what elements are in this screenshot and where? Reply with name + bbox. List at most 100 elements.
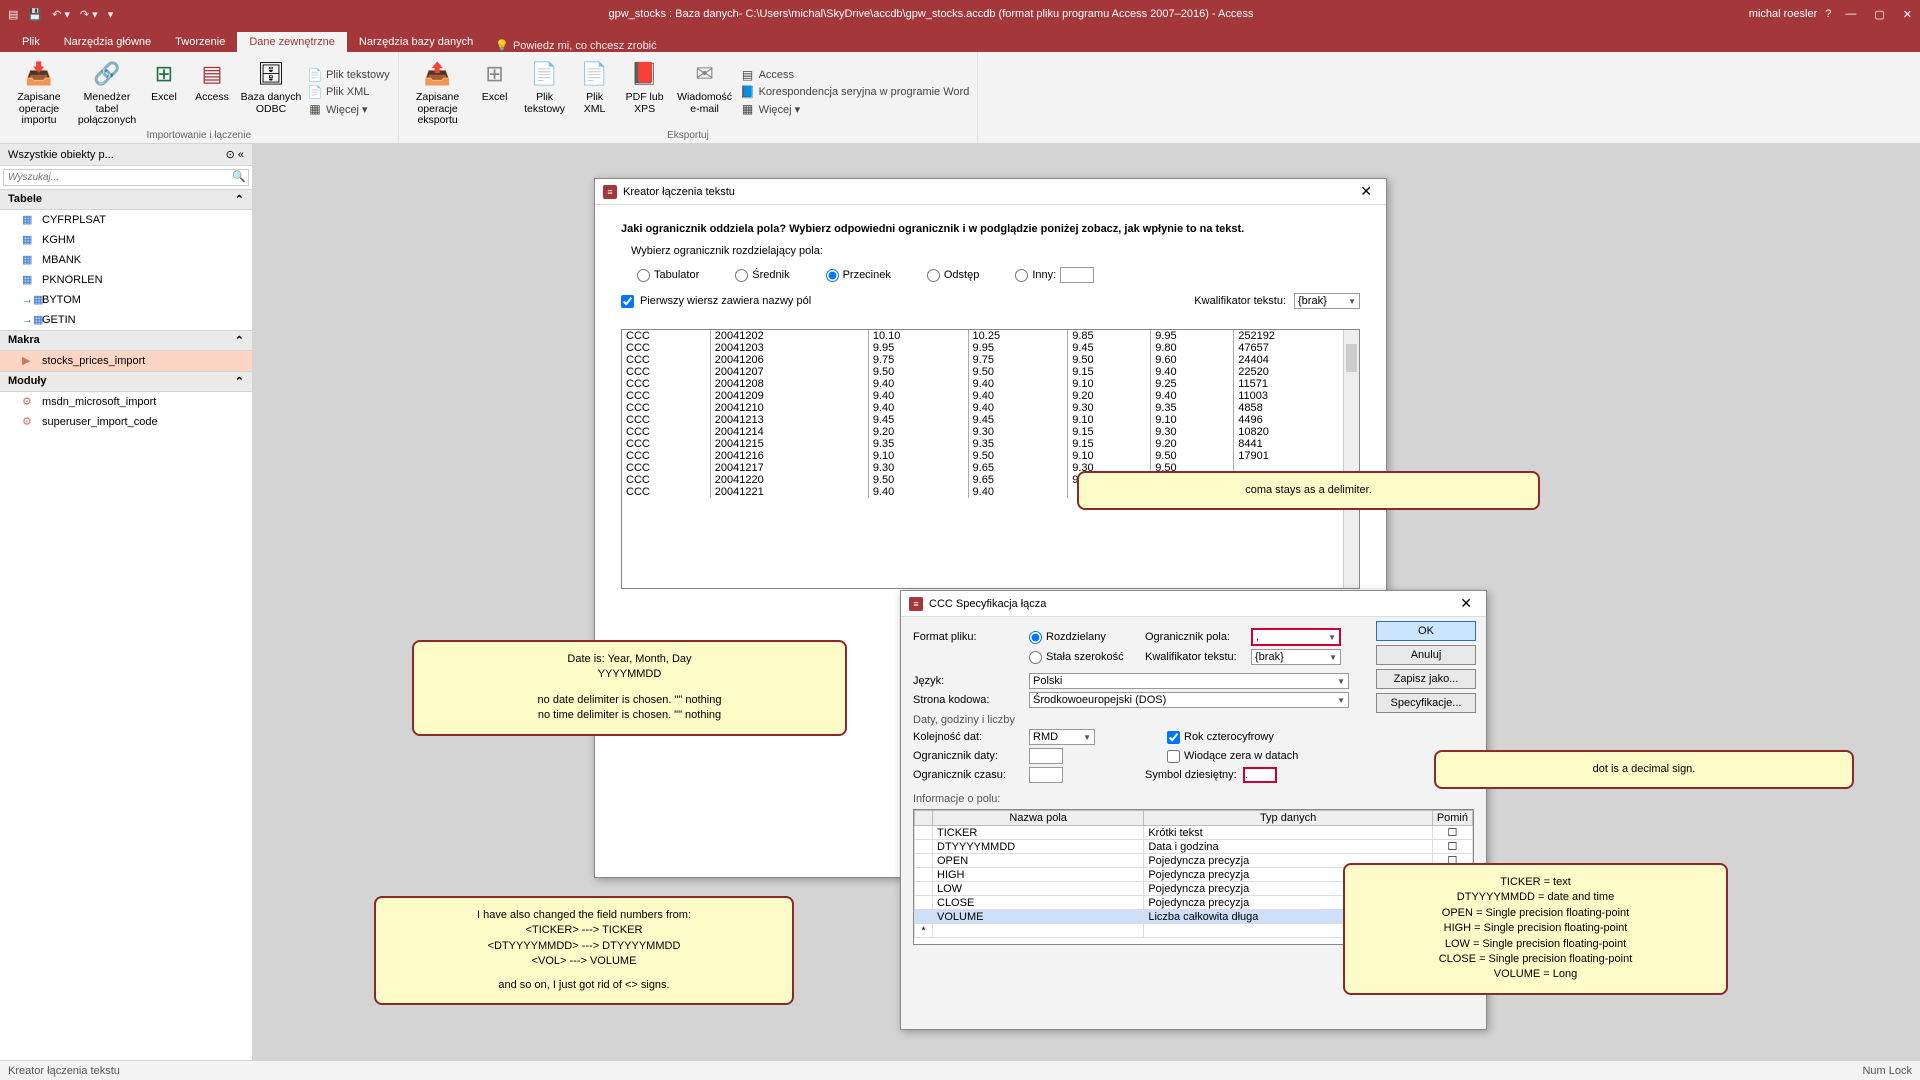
radio-comma[interactable]: Przecinek: [826, 269, 891, 282]
radio-fixed[interactable]: Stała szerokość: [1029, 651, 1139, 664]
saved-exports-button[interactable]: 📤Zapisane operacje eksportu: [407, 56, 469, 128]
radio-other[interactable]: Inny:: [1015, 267, 1094, 283]
export-xml-button[interactable]: 📄Plik XML: [575, 56, 615, 128]
table-item[interactable]: ▦CYFRPLSAT: [0, 210, 252, 230]
text-qualifier-select[interactable]: {brak}▼: [1294, 293, 1360, 309]
navpane-search[interactable]: 🔍: [3, 169, 249, 186]
undo-icon[interactable]: ↶ ▾: [52, 8, 70, 21]
saved-exports-icon: 📤: [422, 58, 454, 90]
maximize-icon[interactable]: ▢: [1874, 8, 1884, 21]
table-item[interactable]: ▦KGHM: [0, 230, 252, 250]
import-excel-button[interactable]: ⊞Excel: [144, 56, 184, 128]
save-icon[interactable]: 💾: [28, 8, 42, 21]
close-icon[interactable]: ✕: [1454, 595, 1478, 612]
linked-table-icon: →▦: [22, 293, 36, 307]
collapse-icon[interactable]: ⊙ «: [226, 148, 244, 161]
other-delim-input[interactable]: [1060, 267, 1094, 283]
user-name[interactable]: michal roesler: [1749, 8, 1817, 20]
close-icon[interactable]: ✕: [1354, 183, 1378, 200]
navigation-pane: Wszystkie obiekty p... ⊙ « 🔍 Tabele⌃ ▦CY…: [0, 144, 253, 1060]
import-text-button[interactable]: 📄Plik tekstowy: [308, 68, 390, 82]
export-access-button[interactable]: ▤Access: [741, 68, 970, 82]
saveas-button[interactable]: Zapisz jako...: [1376, 669, 1476, 689]
close-icon[interactable]: ✕: [1903, 8, 1912, 21]
table-item[interactable]: ▦PKNORLEN: [0, 270, 252, 290]
date-order-select[interactable]: RMD▼: [1029, 729, 1095, 745]
tab-create[interactable]: Tworzenie: [163, 32, 237, 52]
import-odbc-button[interactable]: 🗄Baza danych ODBC: [240, 56, 302, 128]
module-item[interactable]: ⚙msdn_microsoft_import: [0, 392, 252, 412]
macro-item[interactable]: ▶stocks_prices_import: [0, 351, 252, 371]
tab-file[interactable]: Plik: [10, 32, 52, 52]
date-delim-input[interactable]: [1029, 748, 1063, 764]
four-digit-year-checkbox[interactable]: Rok czterocyfrowy: [1167, 731, 1274, 744]
table-item[interactable]: →▦BYTOM: [0, 290, 252, 310]
export-email-button[interactable]: ✉Wiadomość e-mail: [675, 56, 735, 128]
search-icon[interactable]: 🔍: [230, 170, 248, 185]
export-more-button[interactable]: ▦Więcej ▾: [741, 102, 970, 116]
radio-semicolon[interactable]: Średnik: [735, 269, 789, 282]
redo-icon[interactable]: ↷ ▾: [80, 8, 98, 21]
import-more-button[interactable]: ▦Więcej ▾: [308, 102, 390, 116]
callout-comma: coma stays as a delimiter.: [1077, 471, 1540, 510]
import-access-button[interactable]: ▤Access: [190, 56, 234, 128]
macros-category[interactable]: Makra⌃: [0, 330, 252, 351]
scrollbar[interactable]: [1343, 330, 1359, 588]
choose-delimiter-label: Wybierz ogranicznik rozdzielający pola:: [631, 245, 1360, 257]
linked-table-icon: →▦: [22, 313, 36, 327]
linked-table-mgr-button[interactable]: 🔗Menedżer tabel połączonych: [76, 56, 138, 128]
radio-delimited[interactable]: Rozdzielany: [1029, 631, 1139, 644]
chevron-up-icon: ⌃: [235, 193, 244, 206]
codepage-select[interactable]: Środkowoeuropejski (DOS)▼: [1029, 692, 1349, 708]
date-delim-label: Ogranicznik daty:: [913, 750, 1023, 762]
tables-category[interactable]: Tabele⌃: [0, 189, 252, 210]
dialog-icon: ≡: [909, 597, 923, 611]
text-qual-select[interactable]: {brak}▼: [1251, 649, 1341, 665]
chevron-up-icon: ⌃: [235, 375, 244, 388]
field-delim-select[interactable]: ,▼: [1251, 628, 1341, 646]
xml-icon: 📄: [579, 58, 611, 90]
import-xml-button[interactable]: 📄Plik XML: [308, 85, 390, 99]
radio-space[interactable]: Odstęp: [927, 269, 979, 282]
module-item[interactable]: ⚙superuser_import_code: [0, 412, 252, 432]
text-icon: 📄: [529, 58, 561, 90]
email-icon: ✉: [689, 58, 721, 90]
cancel-button[interactable]: Anuluj: [1376, 645, 1476, 665]
export-text-button[interactable]: 📄Plik tekstowy: [521, 56, 569, 128]
group-label-export: Eksportuj: [407, 128, 970, 141]
help-icon[interactable]: ?: [1825, 8, 1831, 20]
tab-db-tools[interactable]: Narzędzia bazy danych: [347, 32, 485, 52]
access-icon: ▤: [8, 8, 18, 21]
table-item[interactable]: →▦GETIN: [0, 310, 252, 330]
saved-imports-button[interactable]: 📥Zapisane operacje importu: [8, 56, 70, 128]
group-label-import: Importowanie i łączenie: [8, 128, 390, 141]
ok-button[interactable]: OK: [1376, 621, 1476, 641]
export-pdf-button[interactable]: 📕PDF lub XPS: [621, 56, 669, 128]
statusbar: Kreator łączenia tekstu Num Lock: [0, 1060, 1920, 1080]
language-select[interactable]: Polski▼: [1029, 673, 1349, 689]
time-delim-input[interactable]: [1029, 767, 1063, 783]
first-row-checkbox[interactable]: Pierwszy wiersz zawiera nazwy pól: [621, 295, 811, 308]
macro-icon: ▶: [22, 354, 36, 368]
bulb-icon: 💡: [495, 39, 509, 52]
modules-category[interactable]: Moduły⌃: [0, 371, 252, 392]
text-qualifier-label: Kwalifikator tekstu:: [1194, 295, 1286, 307]
export-excel-button[interactable]: ⊞Excel: [475, 56, 515, 128]
tab-external-data[interactable]: Dane zewnętrzne: [237, 32, 347, 52]
table-item[interactable]: ▦MBANK: [0, 250, 252, 270]
decimal-symbol-input[interactable]: [1243, 767, 1277, 783]
tab-home[interactable]: Narzędzia główne: [52, 32, 163, 52]
search-input[interactable]: [4, 170, 230, 185]
specs-button[interactable]: Specyfikacje...: [1376, 693, 1476, 713]
navpane-header[interactable]: Wszystkie obiekty p... ⊙ «: [0, 144, 252, 166]
leading-zeros-checkbox[interactable]: Wiodące zera w datach: [1167, 750, 1298, 763]
export-word-merge-button[interactable]: 📘Korespondencja seryjna w programie Word: [741, 85, 970, 99]
ribbon: 📥Zapisane operacje importu 🔗Menedżer tab…: [0, 52, 1920, 144]
radio-tab[interactable]: Tabulator: [637, 269, 699, 282]
minimize-icon[interactable]: —: [1845, 8, 1856, 21]
callout-fields: I have also changed the field numbers fr…: [374, 896, 794, 1005]
excel-icon: ⊞: [479, 58, 511, 90]
qat-custom-icon[interactable]: ▾: [108, 8, 114, 21]
field-info-label: Informacje o polu:: [913, 793, 1474, 805]
tell-me[interactable]: 💡Powiedz mi, co chcesz zrobić: [495, 39, 656, 52]
